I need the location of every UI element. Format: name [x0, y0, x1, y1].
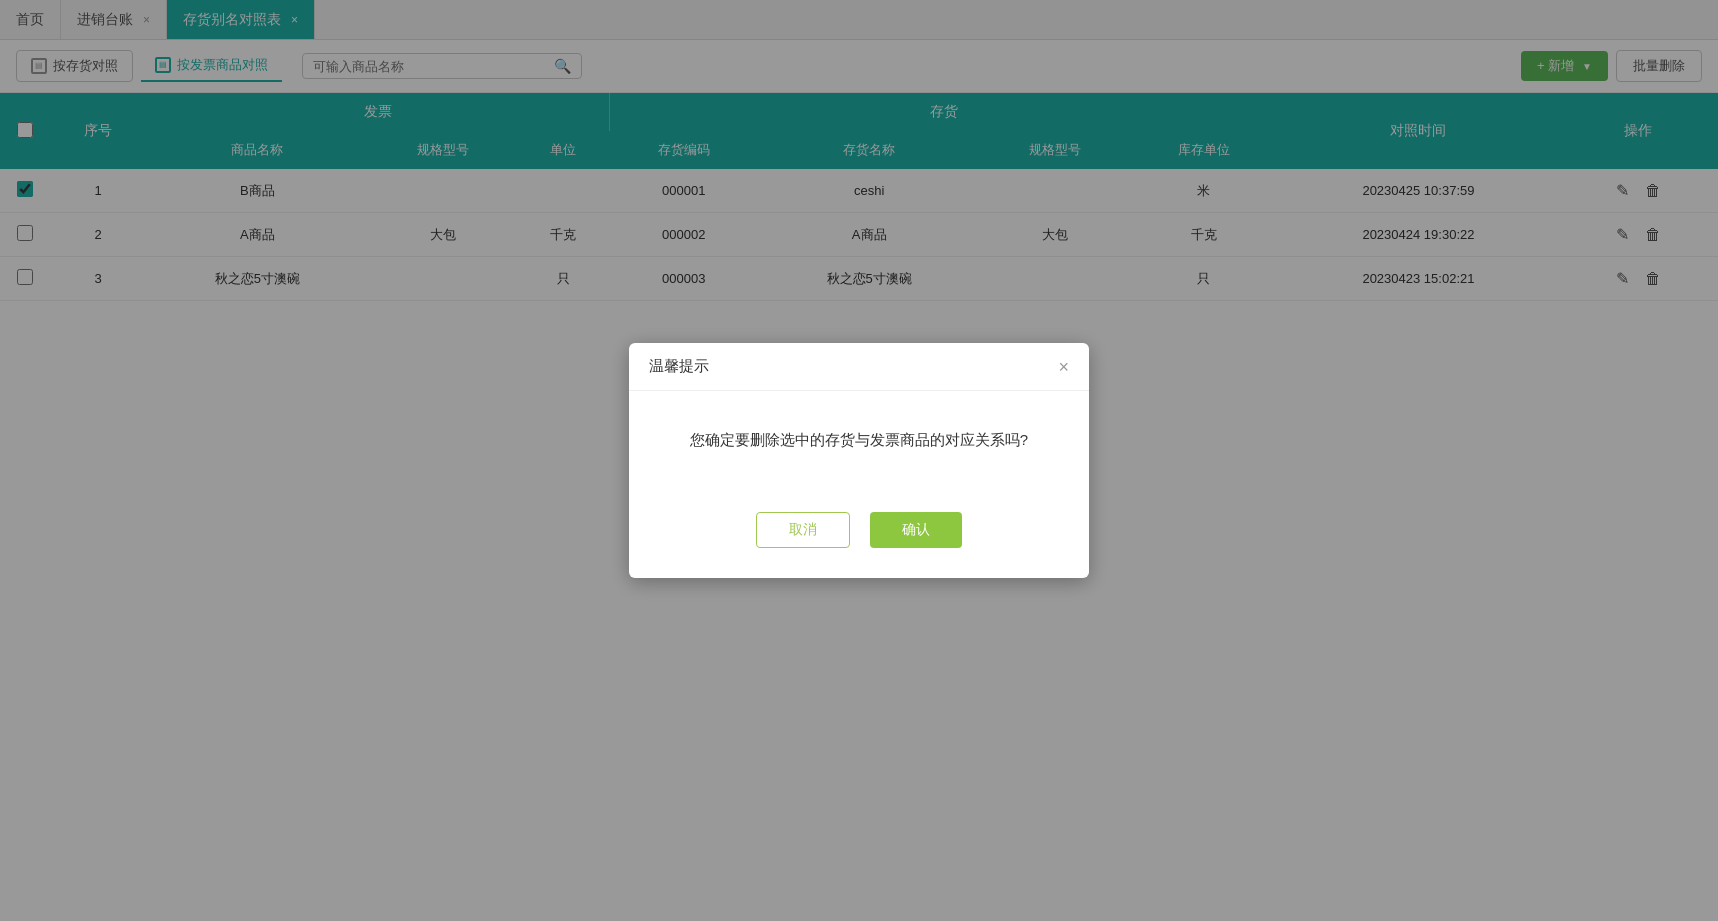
- modal-close-button[interactable]: ×: [1058, 358, 1069, 376]
- modal-header: 温馨提示 ×: [629, 343, 1089, 391]
- modal-body: 您确定要删除选中的存货与发票商品的对应关系吗?: [629, 391, 1089, 512]
- modal-overlay: 温馨提示 × 您确定要删除选中的存货与发票商品的对应关系吗? 取消 确认: [0, 0, 1718, 921]
- btn-confirm[interactable]: 确认: [870, 512, 962, 548]
- btn-cancel[interactable]: 取消: [756, 512, 850, 548]
- modal: 温馨提示 × 您确定要删除选中的存货与发票商品的对应关系吗? 取消 确认: [629, 343, 1089, 578]
- modal-footer: 取消 确认: [629, 512, 1089, 578]
- modal-title: 温馨提示: [649, 357, 709, 376]
- modal-message: 您确定要删除选中的存货与发票商品的对应关系吗?: [659, 431, 1059, 450]
